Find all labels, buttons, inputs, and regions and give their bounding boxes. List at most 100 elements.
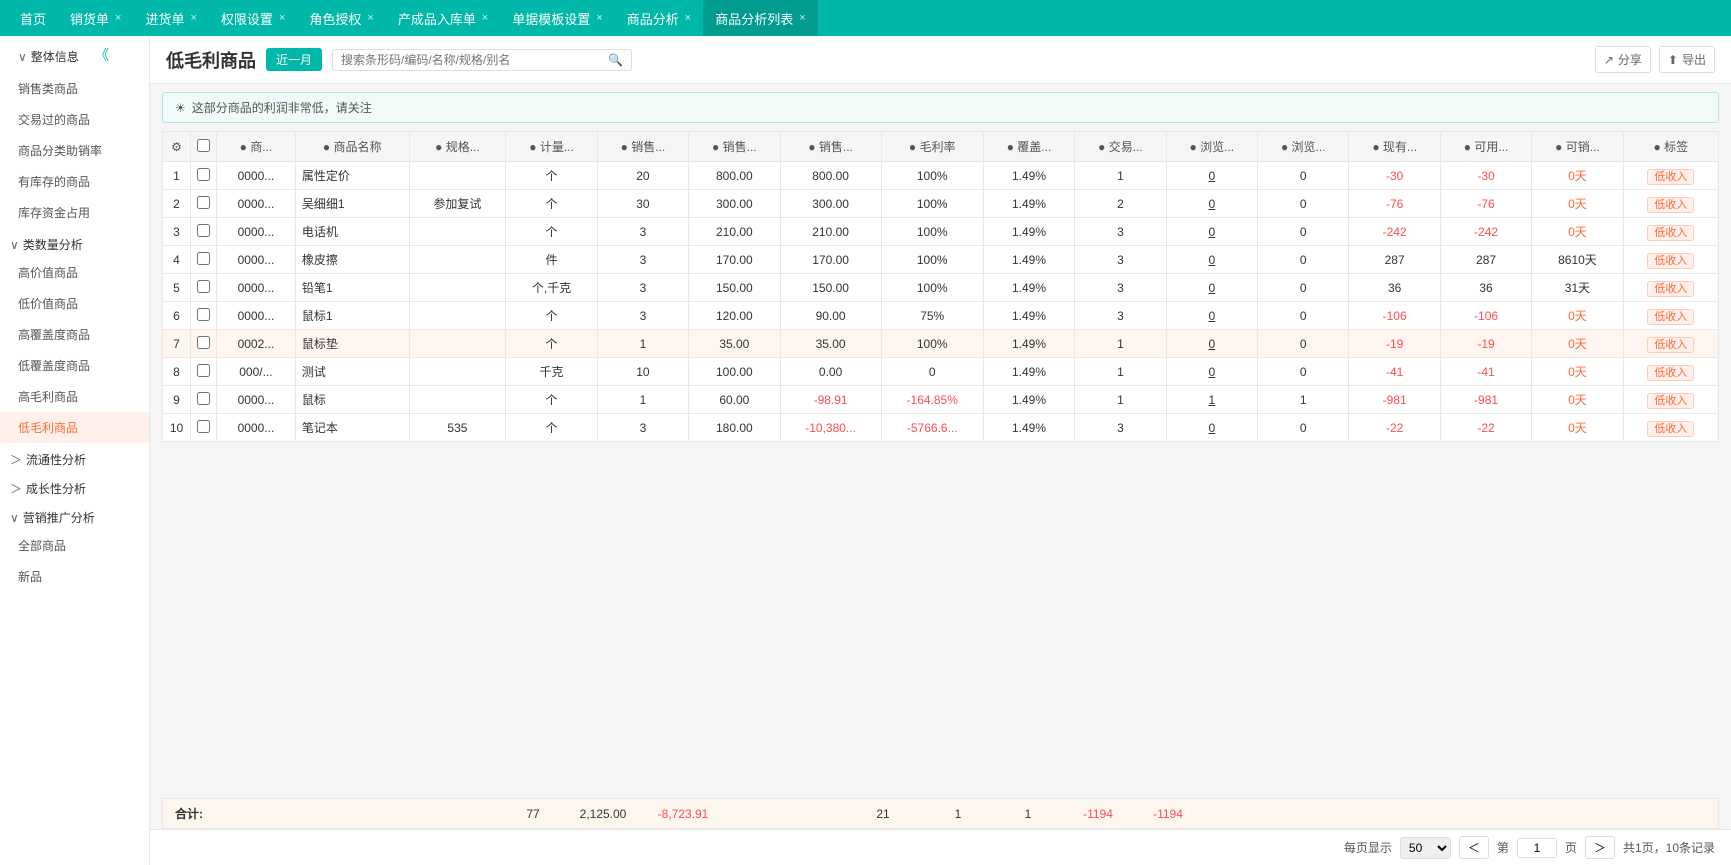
spec-column-header[interactable]: ● 规格... (409, 132, 506, 162)
close-icon[interactable]: × (685, 12, 691, 24)
browse2-column-header[interactable]: ● 浏览... (1258, 132, 1349, 162)
close-icon[interactable]: × (190, 12, 196, 24)
sidebar-item-low-coverage[interactable]: 低覆盖度商品 (0, 350, 149, 381)
date-filter-button[interactable]: 近一月 (266, 48, 322, 71)
sidebar-item-traded-goods[interactable]: 交易过的商品 (0, 104, 149, 135)
row-browse1[interactable]: 1 (1166, 386, 1257, 414)
sidebar-group-growth[interactable]: ＞ 成长性分析 (0, 472, 149, 501)
sidebar-item-high-value[interactable]: 高价值商品 (0, 257, 149, 288)
row-name[interactable]: 鼠标1 (295, 302, 409, 330)
close-icon[interactable]: × (799, 12, 805, 24)
close-icon[interactable]: × (482, 12, 488, 24)
row-checkbox[interactable] (197, 252, 210, 265)
row-browse1[interactable]: 0 (1166, 190, 1257, 218)
row-checkbox[interactable] (197, 224, 210, 237)
code-column-header[interactable]: ● 商... (217, 132, 296, 162)
row-browse1[interactable]: 0 (1166, 330, 1257, 358)
sidebar-item-low-value[interactable]: 低价值商品 (0, 288, 149, 319)
search-icon[interactable]: 🔍 (608, 53, 623, 67)
close-icon[interactable]: × (279, 12, 285, 24)
settings-column-header[interactable]: ⚙ (163, 132, 191, 162)
share-icon: ↗ (1604, 53, 1614, 67)
nav-home[interactable]: 首页 (8, 0, 58, 36)
sales-profit-column-header[interactable]: ● 销售... (780, 132, 881, 162)
row-checkbox[interactable] (197, 336, 210, 349)
sidebar-item-all-goods[interactable]: 全部商品 (0, 530, 149, 561)
row-name[interactable]: 铅笔1 (295, 274, 409, 302)
row-name[interactable]: 鼠标垫 (295, 330, 409, 358)
close-icon[interactable]: × (367, 12, 373, 24)
trade-count-column-header[interactable]: ● 交易... (1075, 132, 1166, 162)
row-browse1[interactable]: 0 (1166, 358, 1257, 386)
row-checkbox[interactable] (197, 168, 210, 181)
row-checkbox[interactable] (197, 280, 210, 293)
sidebar-item-sales-goods[interactable]: 销售类商品 (0, 73, 149, 104)
row-margin-rate: -5766.6... (881, 414, 983, 442)
saleable-column-header[interactable]: ● 可销... (1532, 132, 1623, 162)
row-available: -22 (1440, 414, 1531, 442)
per-page-select[interactable]: 50 100 200 (1400, 837, 1451, 859)
close-icon[interactable]: × (115, 12, 121, 24)
prev-page-button[interactable]: ＜ (1459, 836, 1489, 859)
row-browse1[interactable]: 0 (1166, 218, 1257, 246)
sidebar-group-marketing[interactable]: ∨ 营销推广分析 (0, 501, 149, 530)
sidebar-group-quantity-analysis[interactable]: ∨ 类数量分析 (0, 228, 149, 257)
nav-sales-order[interactable]: 销货单 × (58, 0, 133, 36)
row-checkbox[interactable] (197, 420, 210, 433)
row-browse1[interactable]: 0 (1166, 246, 1257, 274)
row-tag: 低收入 (1623, 302, 1718, 330)
sales-qty-column-header[interactable]: ● 销售... (597, 132, 688, 162)
row-checkbox[interactable] (197, 196, 210, 209)
coverage-column-header[interactable]: ● 覆盖... (983, 132, 1074, 162)
row-checkbox[interactable] (197, 308, 210, 321)
sidebar-item-low-margin[interactable]: 低毛利商品 (0, 412, 149, 443)
margin-rate-column-header[interactable]: ● 毛利率 (881, 132, 983, 162)
row-name[interactable]: 鼠标 (295, 386, 409, 414)
footer-spacer3 (783, 807, 843, 821)
nav-product-analysis-list[interactable]: 商品分析列表 × (703, 0, 817, 36)
sidebar-item-capital-usage[interactable]: 库存资金占用 (0, 197, 149, 228)
export-button[interactable]: ⬆ 导出 (1659, 46, 1715, 73)
sidebar-item-high-coverage[interactable]: 高覆盖度商品 (0, 319, 149, 350)
page-number-input[interactable] (1517, 838, 1557, 858)
sidebar-item-stock-goods[interactable]: 有库存的商品 (0, 166, 149, 197)
row-checkbox[interactable] (197, 364, 210, 377)
nav-role-auth[interactable]: 角色授权 × (297, 0, 385, 36)
select-all-checkbox[interactable] (197, 139, 210, 152)
row-name[interactable]: 电话机 (295, 218, 409, 246)
nav-purchase-order[interactable]: 进货单 × (133, 0, 208, 36)
sales-amount-column-header[interactable]: ● 销售... (689, 132, 780, 162)
row-browse1[interactable]: 0 (1166, 274, 1257, 302)
nav-permission-settings[interactable]: 权限设置 × (209, 0, 297, 36)
sidebar-item-new-goods[interactable]: 新品 (0, 561, 149, 592)
share-button[interactable]: ↗ 分享 (1595, 46, 1651, 73)
row-browse1[interactable]: 0 (1166, 414, 1257, 442)
sidebar-item-high-margin[interactable]: 高毛利商品 (0, 381, 149, 412)
nav-template-settings[interactable]: 单据模板设置 × (500, 0, 614, 36)
available-column-header[interactable]: ● 可用... (1440, 132, 1531, 162)
next-page-button[interactable]: ＞ (1585, 836, 1615, 859)
checkbox-column-header[interactable] (191, 132, 217, 162)
nav-product-entry[interactable]: 产成品入库单 × (386, 0, 500, 36)
row-name[interactable]: 笔记本 (295, 414, 409, 442)
row-name[interactable]: 吴细细1 (295, 190, 409, 218)
browse1-column-header[interactable]: ● 浏览... (1166, 132, 1257, 162)
unit-column-header[interactable]: ● 计量... (506, 132, 597, 162)
name-column-header[interactable]: ● 商品名称 (295, 132, 409, 162)
sidebar-collapse-button[interactable]: 《 (89, 43, 115, 67)
tag-column-header[interactable]: ● 标签 (1623, 132, 1718, 162)
row-browse1[interactable]: 0 (1166, 302, 1257, 330)
close-icon[interactable]: × (596, 12, 602, 24)
sidebar-group-circulation[interactable]: ＞ 流通性分析 (0, 443, 149, 472)
row-name[interactable]: 属性定价 (295, 162, 409, 190)
row-unit: 个 (506, 414, 597, 442)
current-stock-column-header[interactable]: ● 现有... (1349, 132, 1440, 162)
row-checkbox[interactable] (197, 392, 210, 405)
nav-product-analysis[interactable]: 商品分析 × (615, 0, 703, 36)
row-name[interactable]: 测试 (295, 358, 409, 386)
search-input[interactable] (341, 53, 608, 67)
row-browse1[interactable]: 0 (1166, 162, 1257, 190)
sidebar-group-general[interactable]: ∨ 整体信息 (8, 40, 89, 69)
sidebar-item-category-rate[interactable]: 商品分类助销率 (0, 135, 149, 166)
row-name[interactable]: 橡皮擦 (295, 246, 409, 274)
